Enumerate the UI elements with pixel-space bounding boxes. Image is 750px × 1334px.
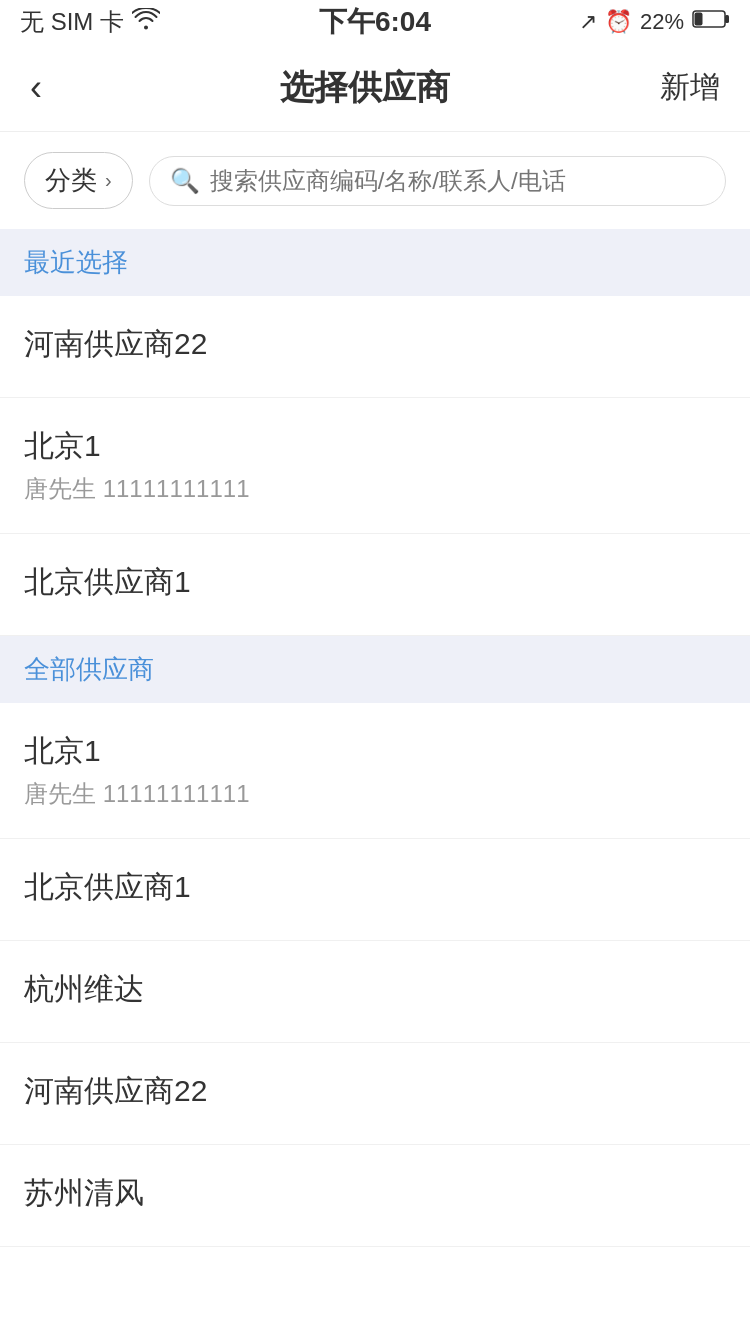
recent-label: 最近选择 [24, 247, 128, 277]
status-left: 无 SIM 卡 [20, 6, 160, 38]
page-title: 选择供应商 [90, 65, 640, 111]
status-bar: 无 SIM 卡 下午6:04 ↗ ⏰ 22% [0, 0, 750, 44]
item-name: 北京供应商1 [24, 867, 726, 908]
nav-bar: ‹ 选择供应商 新增 [0, 44, 750, 132]
battery-icon [692, 9, 730, 35]
item-name: 北京1 [24, 731, 726, 772]
item-name: 河南供应商22 [24, 1071, 726, 1112]
chevron-right-icon: › [105, 169, 112, 192]
add-button[interactable]: 新增 [640, 67, 720, 108]
search-icon: 🔍 [170, 167, 200, 195]
back-button[interactable]: ‹ [30, 67, 90, 109]
list-item[interactable]: 杭州维达 [0, 941, 750, 1043]
location-icon: ↗ [579, 9, 597, 35]
battery-text: 22% [640, 9, 684, 35]
item-name: 北京1 [24, 426, 726, 467]
list-item[interactable]: 河南供应商22 [0, 296, 750, 398]
all-list: 北京1 唐先生 11111111111 北京供应商1 杭州维达河南供应商22 苏州清风 [0, 703, 750, 1247]
list-item[interactable]: 北京1 唐先生 11111111111 [0, 703, 750, 839]
item-name: 北京供应商1 [24, 562, 726, 603]
recent-list: 河南供应商22 北京1 唐先生 11111111111 北京供应商1 [0, 296, 750, 636]
recent-section-header: 最近选择 [0, 229, 750, 296]
svg-rect-1 [725, 15, 729, 23]
search-box: 🔍 [149, 156, 726, 206]
category-label: 分类 [45, 163, 97, 198]
list-item[interactable]: 苏州清风 [0, 1145, 750, 1247]
search-input[interactable] [210, 167, 705, 195]
all-label: 全部供应商 [24, 654, 154, 684]
alarm-icon: ⏰ [605, 9, 632, 35]
item-name: 河南供应商22 [24, 324, 726, 365]
item-name: 苏州清风 [24, 1173, 726, 1214]
item-sub: 唐先生 11111111111 [24, 473, 726, 505]
carrier-text: 无 SIM 卡 [20, 6, 124, 38]
status-time: 下午6:04 [319, 3, 431, 41]
list-item[interactable]: 河南供应商22 [0, 1043, 750, 1145]
item-name: 杭州维达 [24, 969, 726, 1010]
wifi-icon [132, 8, 160, 36]
filter-bar: 分类 › 🔍 [0, 132, 750, 229]
list-item[interactable]: 北京1 唐先生 11111111111 [0, 398, 750, 534]
all-section-header: 全部供应商 [0, 636, 750, 703]
category-button[interactable]: 分类 › [24, 152, 133, 209]
item-sub: 唐先生 11111111111 [24, 778, 726, 810]
list-item[interactable]: 北京供应商1 [0, 534, 750, 636]
svg-rect-2 [695, 13, 703, 26]
status-right: ↗ ⏰ 22% [579, 9, 730, 35]
list-item[interactable]: 北京供应商1 [0, 839, 750, 941]
